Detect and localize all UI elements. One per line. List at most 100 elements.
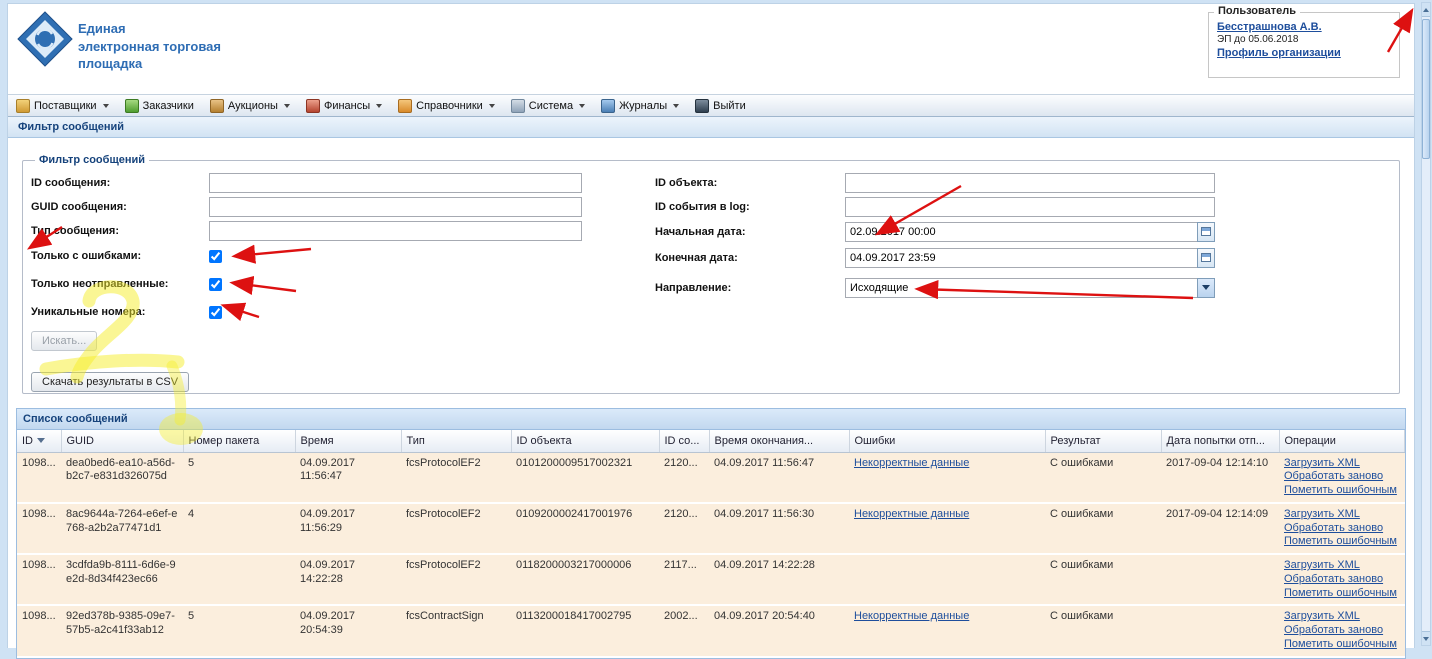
op-load-xml-link[interactable]: Загрузить XML [1284, 508, 1400, 522]
message-id-label: ID сообщения: [31, 176, 111, 189]
cell-errors: Некорректные данные [849, 502, 1045, 556]
directories-icon [398, 98, 413, 113]
start-date-input[interactable] [845, 221, 1197, 242]
col-header-operations[interactable]: Операции [1279, 430, 1405, 453]
cell-package: 4 [183, 502, 295, 556]
col-header-end-time[interactable]: Время окончания... [709, 430, 850, 453]
cell-result: С ошибками [1045, 452, 1161, 504]
col-header-guid[interactable]: GUID [61, 430, 184, 453]
vertical-scrollbar[interactable] [1421, 2, 1431, 646]
cell-result: С ошибками [1045, 554, 1161, 607]
only-errors-checkbox[interactable] [209, 249, 222, 263]
logout-icon [695, 98, 710, 113]
only-unsent-checkbox[interactable] [209, 277, 222, 291]
direction-select[interactable] [845, 277, 1197, 298]
cell-operations: Загрузить XML Обработать заново Пометить… [1279, 605, 1405, 658]
table-row[interactable]: 1098... 8ac9644a-7264-e6ef-e768-a2b2a774… [17, 502, 1405, 556]
col-header-id-so[interactable]: ID со... [659, 430, 710, 453]
end-date-calendar-button[interactable] [1197, 247, 1215, 268]
user-name-link[interactable]: Бесстрашнова А.В. [1217, 21, 1391, 33]
sort-desc-icon [37, 438, 45, 444]
cell-attempt-date [1161, 554, 1279, 607]
cell-guid: 8ac9644a-7264-e6ef-e768-a2b2a77471d1 [61, 502, 183, 556]
cell-end-time: 04.09.2017 14:22:28 [709, 554, 849, 607]
col-header-type[interactable]: Тип [401, 430, 512, 453]
op-reprocess-link[interactable]: Обработать заново [1284, 470, 1400, 484]
start-date-calendar-button[interactable] [1197, 221, 1215, 242]
menu-item-logout[interactable]: Выйти [695, 98, 746, 113]
cell-object-id: 0113200018417002795 [511, 605, 659, 658]
org-profile-link[interactable]: Профиль организации [1217, 47, 1391, 59]
op-mark-error-link[interactable]: Пометить ошибочным [1284, 535, 1400, 549]
col-header-object-id[interactable]: ID объекта [511, 430, 660, 453]
col-header-attempt-date[interactable]: Дата попытки отп... [1161, 430, 1280, 453]
scrollbar-thumb[interactable] [1422, 19, 1430, 159]
menu-item-suppliers[interactable]: Поставщики [16, 98, 109, 113]
menu-item-customers[interactable]: Заказчики [124, 98, 194, 113]
col-header-time[interactable]: Время [295, 430, 402, 453]
op-reprocess-link[interactable]: Обработать заново [1284, 624, 1400, 638]
table-row[interactable]: 1098... 92ed378b-9385-09e7-57b5-a2c41f33… [17, 605, 1405, 658]
cell-operations: Загрузить XML Обработать заново Пометить… [1279, 554, 1405, 607]
auctions-icon [209, 98, 224, 113]
menu-item-label: Выйти [713, 99, 746, 112]
message-id-input[interactable] [209, 172, 582, 193]
op-mark-error-link[interactable]: Пометить ошибочным [1284, 484, 1400, 498]
menu-item-system[interactable]: Система [510, 98, 586, 113]
col-header-label: ID [22, 434, 33, 447]
errors-link[interactable]: Некорректные данные [854, 610, 969, 622]
arrow-up-icon [1423, 7, 1429, 12]
direction-dropdown-button[interactable] [1197, 277, 1215, 298]
cell-time: 04.09.2017 11:56:47 [295, 452, 401, 504]
col-header-id[interactable]: ID [17, 430, 62, 453]
menu-item-finance[interactable]: Финансы [305, 98, 383, 113]
cell-type: fcsProtocolEF2 [401, 452, 511, 504]
message-type-input[interactable] [209, 220, 582, 241]
log-event-id-label: ID события в log: [655, 200, 750, 213]
suppliers-icon [16, 98, 30, 113]
cell-package [183, 554, 295, 607]
chevron-down-icon [1202, 285, 1210, 290]
download-csv-button[interactable]: Скачать результаты в CSV [31, 371, 190, 392]
table-row[interactable]: 1098... 3cdfda9b-8111-6d6e-9e2d-8d34f423… [17, 554, 1405, 607]
errors-link[interactable]: Некорректные данные [854, 457, 969, 469]
col-header-result[interactable]: Результат [1045, 430, 1162, 453]
filter-left-column: ID сообщения: GUID сообщения: Тип сообще… [31, 172, 641, 395]
cell-id-so: 2120... [659, 452, 709, 504]
chevron-down-icon [673, 103, 680, 108]
unique-numbers-label: Уникальные номера: [31, 306, 146, 318]
scroll-down-button[interactable] [1422, 631, 1430, 645]
cell-result: С ошибками [1045, 502, 1161, 556]
cell-type: fcsContractSign [401, 605, 511, 658]
message-guid-input[interactable] [209, 196, 582, 217]
op-reprocess-link[interactable]: Обработать заново [1284, 522, 1400, 536]
search-button[interactable]: Искать... [31, 330, 98, 351]
table-row[interactable]: 1098... dea0bed6-ea10-a56d-b2c7-e831d326… [17, 452, 1405, 504]
message-type-label: Тип сообщения: [31, 224, 119, 237]
menu-item-label: Система [528, 99, 574, 112]
chevron-down-icon [579, 103, 586, 108]
op-mark-error-link[interactable]: Пометить ошибочным [1284, 638, 1400, 652]
op-reprocess-link[interactable]: Обработать заново [1284, 573, 1400, 587]
errors-link[interactable]: Некорректные данные [854, 508, 969, 520]
unique-numbers-checkbox[interactable] [209, 305, 222, 319]
op-load-xml-link[interactable]: Загрузить XML [1284, 559, 1400, 573]
filter-panel: Фильтр сообщений ID сообщения: GUID сооб… [22, 154, 1400, 394]
op-load-xml-link[interactable]: Загрузить XML [1284, 457, 1400, 471]
scroll-up-button[interactable] [1422, 3, 1430, 17]
menu-item-directories[interactable]: Справочники [398, 98, 495, 113]
cell-id: 1098... [17, 452, 61, 504]
menu-item-journals[interactable]: Журналы [601, 98, 680, 113]
cell-attempt-date: 2017-09-04 12:14:09 [1161, 502, 1279, 556]
menu-item-auctions[interactable]: Аукционы [209, 98, 290, 113]
object-id-input[interactable] [845, 172, 1215, 193]
op-load-xml-link[interactable]: Загрузить XML [1284, 610, 1400, 624]
end-date-input[interactable] [845, 247, 1197, 268]
cell-errors: Некорректные данные [849, 605, 1045, 658]
op-mark-error-link[interactable]: Пометить ошибочным [1284, 587, 1400, 601]
log-event-id-input[interactable] [845, 196, 1215, 217]
menu-item-label: Финансы [323, 99, 371, 112]
col-header-package[interactable]: Номер пакета [183, 430, 296, 453]
chevron-down-icon [488, 103, 495, 108]
col-header-errors[interactable]: Ошибки [849, 430, 1046, 453]
